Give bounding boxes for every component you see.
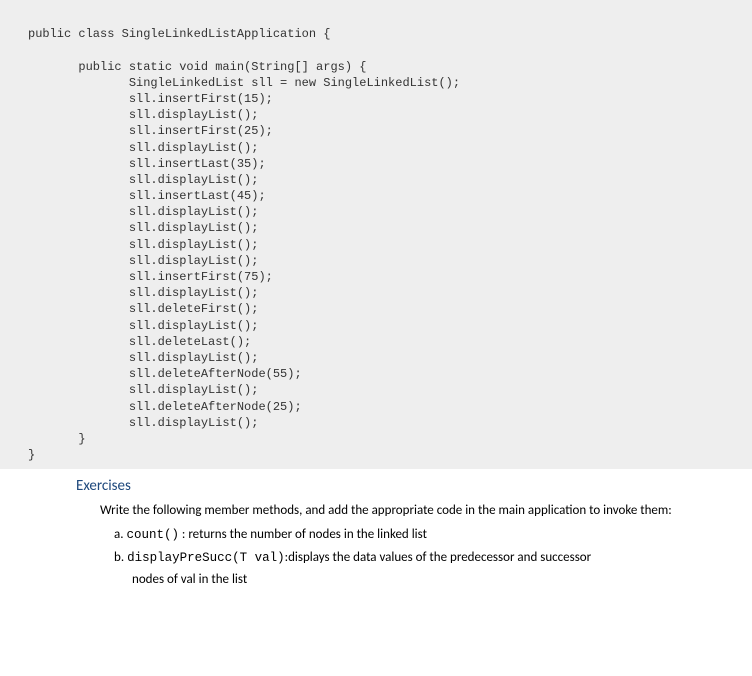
exercise-item-b-continuation: nodes of val in the list (132, 570, 720, 591)
code-line: } (28, 432, 86, 446)
code-line: public class SingleLinkedListApplication… (28, 27, 330, 41)
code-line: sll.deleteAfterNode(25); (28, 400, 302, 414)
code-line: sll.insertLast(45); (28, 189, 266, 203)
code-line: sll.displayList(); (28, 416, 258, 430)
code-line: sll.displayList(); (28, 254, 258, 268)
exercise-marker: b. (114, 550, 127, 565)
exercise-text: : returns the number of nodes in the lin… (179, 527, 427, 542)
code-line: sll.displayList(); (28, 173, 258, 187)
code-line: sll.displayList(); (28, 351, 258, 365)
code-line: sll.insertFirst(15); (28, 92, 273, 106)
code-line: sll.displayList(); (28, 286, 258, 300)
code-line: sll.deleteFirst(); (28, 302, 258, 316)
code-line: sll.deleteAfterNode(55); (28, 367, 302, 381)
exercise-code: count() (126, 528, 179, 542)
code-line: sll.displayList(); (28, 221, 258, 235)
exercise-item-a: a. count() : returns the number of nodes… (114, 525, 720, 546)
exercise-marker: a. (114, 527, 126, 542)
code-line: public static void main(String[] args) { (28, 60, 366, 74)
code-line: SingleLinkedList sll = new SingleLinkedL… (28, 76, 460, 90)
exercises-section: Exercises Write the following member met… (0, 469, 720, 591)
code-line: sll.displayList(); (28, 205, 258, 219)
code-line: sll.insertLast(35); (28, 157, 266, 171)
code-line: sll.insertFirst(25); (28, 124, 273, 138)
exercise-item-b: b. displayPreSucc(T val):displays the da… (114, 548, 720, 569)
exercise-code: displayPreSucc(T val) (127, 551, 285, 565)
exercises-heading: Exercises (76, 477, 720, 495)
exercise-text: :displays the data values of the predece… (285, 550, 592, 565)
code-block: public class SingleLinkedListApplication… (0, 0, 752, 469)
exercise-intro: Write the following member methods, and … (100, 501, 720, 521)
code-line: sll.displayList(); (28, 108, 258, 122)
code-line: sll.deleteLast(); (28, 335, 251, 349)
code-line: sll.displayList(); (28, 383, 258, 397)
exercise-list: a. count() : returns the number of nodes… (114, 525, 720, 569)
code-line: sll.displayList(); (28, 319, 258, 333)
code-line: sll.displayList(); (28, 141, 258, 155)
code-line: sll.displayList(); (28, 238, 258, 252)
code-line: } (28, 448, 35, 462)
code-line: sll.insertFirst(75); (28, 270, 273, 284)
